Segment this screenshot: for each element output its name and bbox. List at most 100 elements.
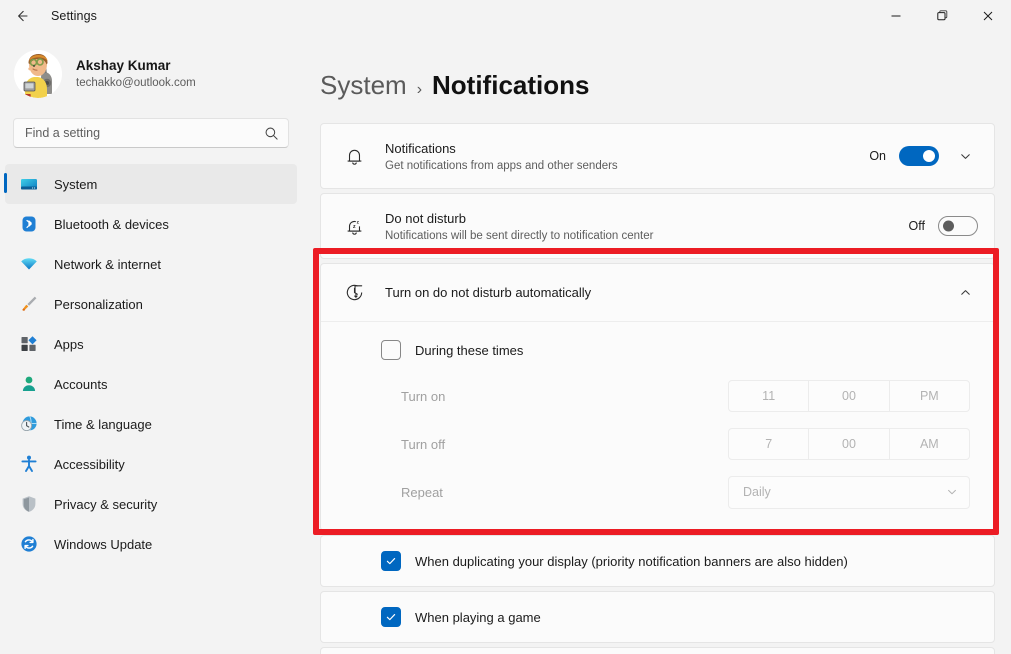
search-input[interactable] [25, 126, 264, 140]
do-not-disturb-card: z z Do not disturb Notifications will be… [320, 193, 995, 259]
turn-off-time-group[interactable]: 7 00 AM [728, 428, 970, 460]
window-controls [873, 0, 1011, 32]
sidebar-item-accounts[interactable]: Accounts [5, 364, 297, 404]
turn-off-label: Turn off [401, 436, 446, 452]
sidebar-item-accessibility[interactable]: Accessibility [5, 444, 297, 484]
auto-rule-row[interactable]: When playing a game [321, 592, 994, 642]
sidebar-item-network-internet[interactable]: Network & internet [5, 244, 297, 284]
notifications-card: Notifications Get notifications from app… [320, 123, 995, 189]
notifications-row[interactable]: Notifications Get notifications from app… [321, 124, 994, 188]
auto-dnd-collapse-button[interactable] [952, 280, 978, 306]
minimize-button[interactable] [873, 0, 919, 32]
close-button[interactable] [965, 0, 1011, 32]
chevron-down-icon [960, 153, 970, 159]
search-icon[interactable] [264, 126, 279, 141]
auto-rule-row[interactable]: When duplicating your display (priority … [321, 536, 994, 586]
clock-globe-icon [18, 413, 40, 435]
repeat-row: Repeat Daily [321, 468, 994, 516]
do-not-disturb-text: Do not disturb Notifications will be sen… [385, 210, 909, 242]
sidebar-item-time-language[interactable]: Time & language [5, 404, 297, 444]
auto-dnd-header[interactable]: Turn on do not disturb automatically [321, 264, 994, 321]
sidebar: Akshay Kumar techakko@outlook.com Find a… [0, 32, 305, 654]
toggle-knob [943, 220, 954, 232]
turn-on-minute[interactable]: 00 [809, 380, 890, 412]
turn-off-meridiem[interactable]: AM [889, 428, 970, 460]
turn-on-meridiem[interactable]: PM [889, 380, 970, 412]
sidebar-item-apps[interactable]: Apps [5, 324, 297, 364]
breadcrumb-separator: › [416, 81, 423, 98]
clock-arrow-icon [341, 282, 367, 303]
shield-icon [18, 493, 40, 515]
auto-rule-label: When playing a game [415, 609, 541, 625]
back-button[interactable] [4, 2, 40, 30]
auto-rule-label: When duplicating your display (priority … [415, 553, 848, 569]
search-area [0, 104, 305, 148]
do-not-disturb-row[interactable]: z z Do not disturb Notifications will be… [321, 194, 994, 258]
bell-icon [341, 146, 367, 167]
app-title: Settings [51, 9, 97, 23]
window-body: Akshay Kumar techakko@outlook.com Find a… [0, 32, 1011, 654]
sidebar-item-label: Privacy & security [54, 496, 158, 512]
breadcrumb: System › Notifications [320, 32, 995, 123]
sidebar-item-label: System [54, 176, 98, 192]
close-icon [983, 11, 993, 21]
notifications-toggle[interactable] [899, 146, 939, 166]
back-arrow-icon [18, 10, 28, 22]
turn-off-minute[interactable]: 00 [809, 428, 890, 460]
profile-email: techakko@outlook.com [76, 76, 196, 89]
sidebar-item-system[interactable]: System [4, 164, 297, 204]
auto-rule-checkbox[interactable] [381, 607, 401, 627]
checkmark-icon [386, 614, 396, 621]
do-not-disturb-toggle[interactable] [938, 216, 978, 236]
turn-on-row: Turn on 11 00 PM [321, 372, 994, 420]
notifications-controls: On [869, 143, 978, 169]
profile-text: Akshay Kumar techakko@outlook.com [76, 58, 196, 90]
svg-text:z: z [352, 223, 355, 229]
during-these-times-row[interactable]: During these times [321, 328, 994, 372]
title-bar: Settings [0, 0, 1011, 32]
auto-dnd-card: Turn on do not disturb automatically Dur… [320, 263, 995, 531]
search-box[interactable] [13, 118, 289, 148]
sidebar-nav: System Bluetooth & devices Network & int… [0, 164, 305, 564]
auto-rule-row[interactable]: When using an app in full-screen mode (p… [321, 648, 994, 654]
bell-sleep-icon: z z [341, 216, 367, 237]
notifications-text: Notifications Get notifications from app… [385, 140, 869, 172]
profile-block[interactable]: Akshay Kumar techakko@outlook.com [0, 32, 305, 104]
auto-rule-checkbox[interactable] [381, 551, 401, 571]
sidebar-item-label: Personalization [54, 296, 143, 312]
auto-rule-card-1: When duplicating your display (priority … [320, 535, 995, 587]
turn-on-hour[interactable]: 11 [728, 380, 810, 412]
sidebar-item-bluetooth-devices[interactable]: Bluetooth & devices [5, 204, 297, 244]
do-not-disturb-title: Do not disturb [385, 211, 466, 227]
update-refresh-icon [18, 533, 40, 555]
page-title: Notifications [432, 70, 590, 100]
do-not-disturb-subtitle: Notifications will be sent directly to n… [385, 229, 654, 242]
sidebar-item-label: Accounts [54, 376, 108, 392]
chevron-up-icon [960, 290, 970, 295]
maximize-button[interactable] [919, 0, 965, 32]
sidebar-item-privacy-security[interactable]: Privacy & security [5, 484, 297, 524]
user-avatar-icon [14, 50, 62, 98]
minimize-icon [891, 15, 901, 17]
do-not-disturb-toggle-state: Off [908, 219, 925, 233]
sidebar-item-personalization[interactable]: Personalization [5, 284, 297, 324]
turn-on-label: Turn on [401, 388, 446, 404]
turn-off-row: Turn off 7 00 AM [321, 420, 994, 468]
notifications-toggle-state: On [869, 149, 886, 163]
turn-off-hour[interactable]: 7 [728, 428, 810, 460]
sidebar-item-label: Network & internet [54, 256, 161, 272]
repeat-dropdown[interactable]: Daily [728, 475, 970, 509]
repeat-label: Repeat [401, 484, 443, 500]
breadcrumb-parent[interactable]: System [320, 70, 407, 101]
checkmark-icon [386, 558, 396, 565]
sidebar-item-windows-update[interactable]: Windows Update [5, 524, 297, 564]
wifi-icon [18, 253, 40, 275]
notifications-expand-button[interactable] [952, 143, 978, 169]
svg-text:z: z [356, 220, 359, 225]
turn-on-time-group[interactable]: 11 00 PM [728, 380, 970, 412]
monitor-icon [18, 173, 40, 195]
during-these-times-checkbox[interactable] [381, 340, 401, 360]
maximize-icon [937, 10, 948, 21]
paintbrush-icon [18, 293, 40, 315]
sidebar-item-label: Windows Update [54, 536, 153, 552]
